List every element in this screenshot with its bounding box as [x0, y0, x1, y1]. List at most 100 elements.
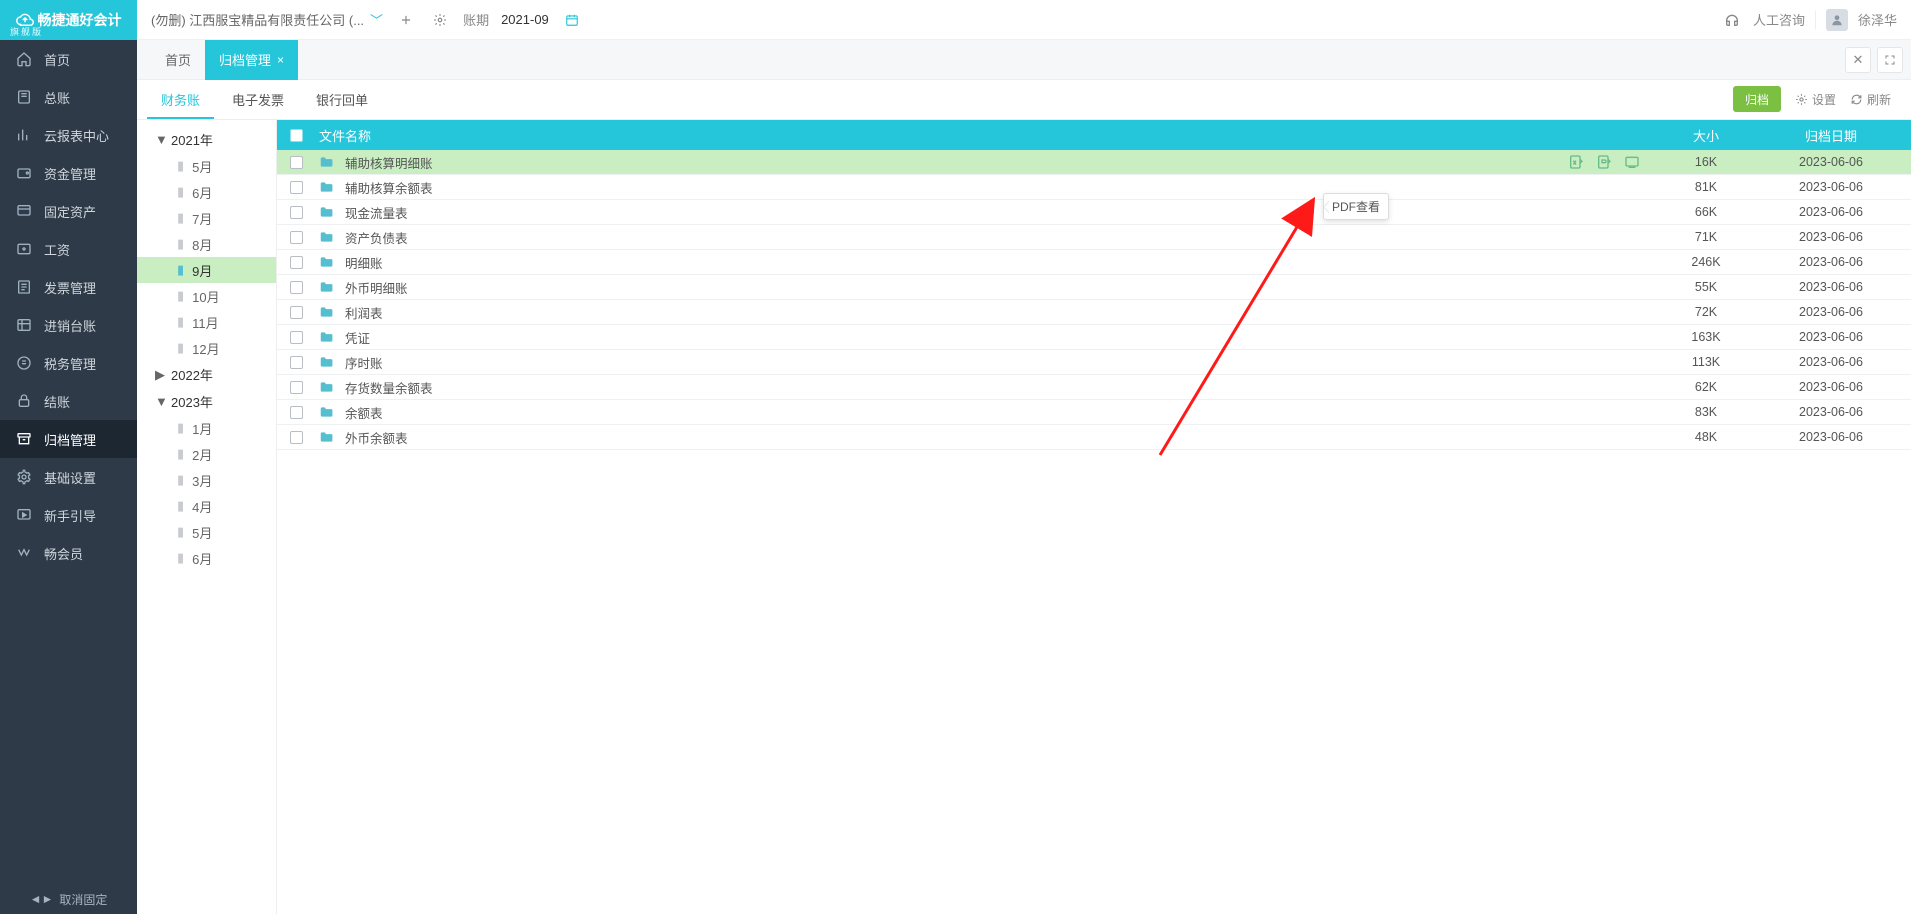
table-row[interactable]: 凭证163K2023-06-06: [277, 325, 1911, 350]
table-row[interactable]: 外币余额表48K2023-06-06: [277, 425, 1911, 450]
table-row[interactable]: 利润表72K2023-06-06: [277, 300, 1911, 325]
tree-month[interactable]: ▮2月: [137, 441, 276, 467]
file-grid: 文件名称 大小 归档日期 辅助核算明细账16K2023-06-06辅助核算余额表…: [277, 120, 1911, 914]
tree-year-2021[interactable]: ▼2021年: [137, 126, 276, 153]
tree-month[interactable]: ▮3月: [137, 467, 276, 493]
tree-year-2022[interactable]: ▶2022年: [137, 361, 276, 388]
add-button[interactable]: [395, 9, 417, 31]
row-checkbox[interactable]: [290, 306, 303, 319]
consult-label[interactable]: 人工咨询: [1753, 10, 1805, 29]
row-checkbox[interactable]: [290, 231, 303, 244]
tree-month[interactable]: ▮6月: [137, 545, 276, 571]
refresh-link[interactable]: 刷新: [1850, 91, 1891, 108]
settings-link[interactable]: 设置: [1795, 91, 1836, 108]
file-size: 81K: [1651, 180, 1761, 194]
row-checkbox[interactable]: [290, 431, 303, 444]
tab-home[interactable]: 首页: [151, 40, 205, 80]
nav-home[interactable]: 首页: [0, 40, 137, 78]
tree-month[interactable]: ▮5月: [137, 153, 276, 179]
row-checkbox[interactable]: [290, 256, 303, 269]
table-row[interactable]: 辅助核算余额表81K2023-06-06: [277, 175, 1911, 200]
folder-icon: ▮: [177, 550, 184, 566]
nav-funds[interactable]: 资金管理: [0, 154, 137, 192]
gear-icon: [1795, 93, 1808, 106]
table-row[interactable]: 现金流量表66K2023-06-06: [277, 200, 1911, 225]
tab-archive[interactable]: 归档管理 ×: [205, 40, 298, 80]
period-value[interactable]: 2021-09: [501, 12, 549, 27]
file-size: 48K: [1651, 430, 1761, 444]
row-checkbox[interactable]: [290, 156, 303, 169]
nav-archive[interactable]: 归档管理: [0, 420, 137, 458]
tabs-close-button[interactable]: ✕: [1845, 47, 1871, 73]
nav-cloud-reports[interactable]: 云报表中心: [0, 116, 137, 154]
subtab-finance[interactable]: 财务账: [147, 80, 214, 119]
folder-icon: [319, 155, 333, 169]
vip-icon: [16, 545, 32, 561]
tree-month-active[interactable]: ▮9月: [137, 257, 276, 283]
subtab-bankslip[interactable]: 银行回单: [302, 80, 382, 119]
download-pdf-icon[interactable]: [1595, 153, 1613, 171]
tree-month[interactable]: ▮10月: [137, 283, 276, 309]
avatar[interactable]: [1826, 9, 1848, 31]
file-name: 外币余额表: [345, 428, 408, 447]
row-checkbox[interactable]: [290, 381, 303, 394]
row-checkbox[interactable]: [290, 281, 303, 294]
tree-month[interactable]: ▮1月: [137, 415, 276, 441]
fullscreen-button[interactable]: [1877, 47, 1903, 73]
table-row[interactable]: 外币明细账55K2023-06-06: [277, 275, 1911, 300]
row-checkbox[interactable]: [290, 406, 303, 419]
user-name[interactable]: 徐泽华: [1858, 10, 1897, 29]
col-date-label: 归档日期: [1805, 129, 1857, 144]
row-checkbox[interactable]: [290, 206, 303, 219]
nav-close-period[interactable]: 结账: [0, 382, 137, 420]
file-size: 66K: [1651, 205, 1761, 219]
caret-down-icon: ▼: [155, 394, 165, 409]
table-row[interactable]: 辅助核算明细账16K2023-06-06: [277, 150, 1911, 175]
folder-icon: ▮: [177, 210, 184, 226]
close-icon[interactable]: ×: [277, 53, 284, 67]
tree-year-2023[interactable]: ▼2023年: [137, 388, 276, 415]
nav-psi[interactable]: 进销台账: [0, 306, 137, 344]
archive-date: 2023-06-06: [1761, 305, 1911, 319]
subtab-einvoice[interactable]: 电子发票: [218, 80, 298, 119]
nav-tax[interactable]: 税务管理: [0, 344, 137, 382]
nav-settings[interactable]: 基础设置: [0, 458, 137, 496]
company-selector[interactable]: (勿删) 江西服宝精品有限责任公司 (... ﹀: [151, 10, 383, 29]
table-row[interactable]: 资产负债表71K2023-06-06: [277, 225, 1911, 250]
tree-month[interactable]: ▮6月: [137, 179, 276, 205]
row-checkbox[interactable]: [290, 331, 303, 344]
tree-month[interactable]: ▮8月: [137, 231, 276, 257]
nav-vip[interactable]: 畅会员: [0, 534, 137, 572]
archive-date: 2023-06-06: [1761, 205, 1911, 219]
tree-month[interactable]: ▮7月: [137, 205, 276, 231]
tree-month[interactable]: ▮12月: [137, 335, 276, 361]
nav-guide[interactable]: 新手引导: [0, 496, 137, 534]
row-checkbox[interactable]: [290, 356, 303, 369]
calendar-icon[interactable]: [561, 9, 583, 31]
table-row[interactable]: 序时账113K2023-06-06: [277, 350, 1911, 375]
row-checkbox[interactable]: [290, 181, 303, 194]
refresh-icon: [1850, 93, 1863, 106]
folder-open-icon: ▮: [177, 262, 184, 278]
nav-fixed-assets[interactable]: 固定资产: [0, 192, 137, 230]
asset-icon: [16, 203, 32, 219]
nav-ledger[interactable]: 总账: [0, 78, 137, 116]
table-row[interactable]: 余额表83K2023-06-06: [277, 400, 1911, 425]
table-row[interactable]: 存货数量余额表62K2023-06-06: [277, 375, 1911, 400]
nav-salary[interactable]: 工资: [0, 230, 137, 268]
file-size: 83K: [1651, 405, 1761, 419]
archive-button[interactable]: 归档: [1733, 86, 1781, 112]
tree-month[interactable]: ▮11月: [137, 309, 276, 335]
select-all-checkbox[interactable]: [290, 129, 303, 142]
pdf-view-icon[interactable]: [1623, 153, 1641, 171]
tree-month[interactable]: ▮4月: [137, 493, 276, 519]
tree-month[interactable]: ▮5月: [137, 519, 276, 545]
table-row[interactable]: 明细账246K2023-06-06: [277, 250, 1911, 275]
headset-icon[interactable]: [1721, 9, 1743, 31]
folder-icon: [319, 255, 333, 269]
file-name: 序时账: [345, 353, 383, 372]
nav-unpin[interactable]: ◄► 取消固定: [0, 884, 137, 914]
nav-invoice[interactable]: 发票管理: [0, 268, 137, 306]
settings-gear-icon[interactable]: [429, 9, 451, 31]
download-excel-icon[interactable]: [1567, 153, 1585, 171]
